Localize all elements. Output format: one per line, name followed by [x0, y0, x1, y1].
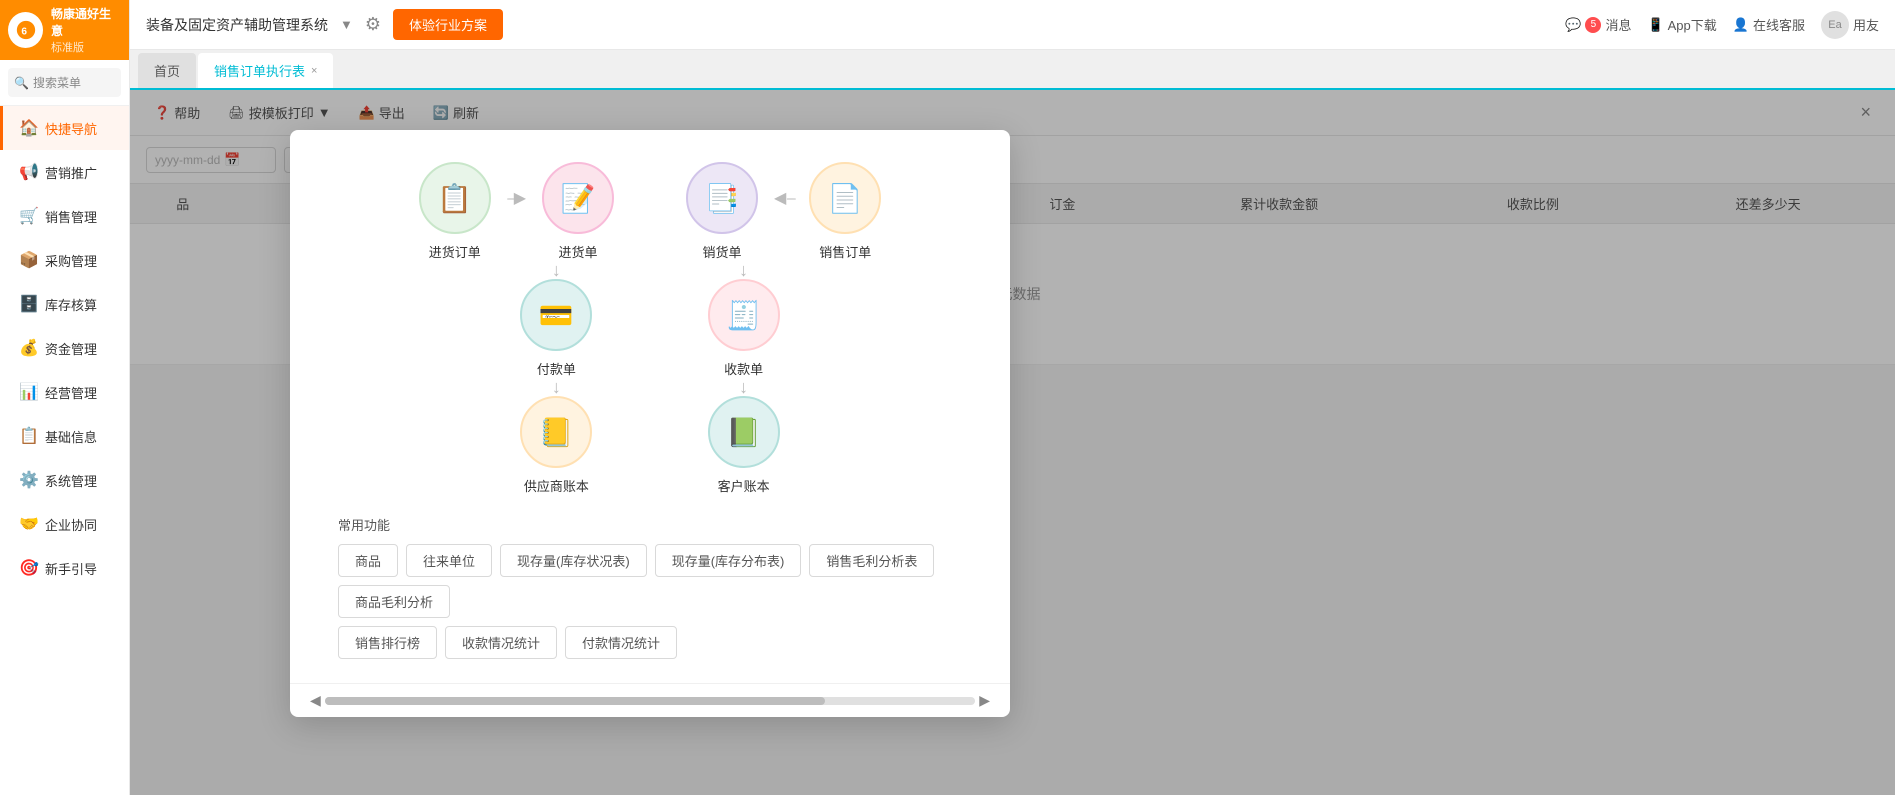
purchase-icon: 📦 — [19, 250, 37, 270]
customer-ledger-node[interactable]: 📗 客户账本 — [708, 396, 780, 495]
dropdown-arrow-icon[interactable]: ▼ — [340, 17, 353, 32]
sidebar-item-finance[interactable]: 💰 资金管理 — [0, 326, 129, 370]
sales-order-icon: 📄 — [809, 162, 881, 234]
user-avatar-item[interactable]: Ea 用友 — [1821, 11, 1879, 39]
supplier-ledger-node[interactable]: 📒 供应商账本 — [520, 396, 592, 495]
basic-info-icon: 📋 — [19, 426, 37, 446]
sidebar-nav: 🏠 快捷导航 📢 营销推广 🛒 销售管理 📦 采购管理 🗄️ 库存核算 💰 — [0, 106, 129, 795]
sales-invoice-icon: 📑 — [686, 162, 758, 234]
receipt-slip-node[interactable]: 🧾 收款单 — [708, 279, 780, 378]
scroll-right-arrow[interactable]: ▶ — [975, 692, 994, 709]
system-title: 装备及固定资产辅助管理系统 — [146, 15, 328, 35]
purchase-receipt-node[interactable]: 📝 进货单 — [542, 162, 614, 261]
online-service-item[interactable]: 👤 在线客服 — [1733, 15, 1805, 34]
inventory-icon: 🗄️ — [19, 294, 37, 314]
tab-sales-order-exec[interactable]: 销售订单执行表 × — [198, 53, 333, 88]
common-buttons-row2: 销售排行榜 收款情况统计 付款情况统计 — [338, 626, 962, 659]
sidebar-item-marketing[interactable]: 📢 营销推广 — [0, 150, 129, 194]
sidebar-item-quick-nav[interactable]: 🏠 快捷导航 — [0, 106, 129, 150]
sidebar-item-system[interactable]: ⚙️ 系统管理 — [0, 458, 129, 502]
common-functions-title: 常用功能 — [338, 515, 962, 534]
sidebar-item-operations[interactable]: 📊 经营管理 — [0, 370, 129, 414]
user-avatar: Ea — [1821, 11, 1849, 39]
modal-overlay[interactable]: 📋 进货订单 ------- ▶ — [130, 90, 1895, 795]
sales-order-node[interactable]: 📄 销售订单 — [809, 162, 881, 261]
system-icon: ⚙️ — [19, 470, 37, 490]
sidebar-logo: 6 畅康通好生意 标准版 — [0, 0, 129, 60]
scroll-track[interactable] — [325, 697, 975, 705]
message-item[interactable]: 💬 5 消息 — [1565, 15, 1631, 34]
tabbar: 首页 销售订单执行表 × — [130, 50, 1895, 90]
sidebar-item-purchase[interactable]: 📦 采购管理 — [0, 238, 129, 282]
payment-slip-icon: 💳 — [520, 279, 592, 351]
sidebar-search[interactable]: 🔍 搜索菜单 — [0, 60, 129, 106]
btn-sales-ranking[interactable]: 销售排行榜 — [338, 626, 437, 659]
enterprise-icon: 🤝 — [19, 514, 37, 534]
btn-payment-stats[interactable]: 付款情况统计 — [565, 626, 677, 659]
main-content: 装备及固定资产辅助管理系统 ▼ ⚙ 体验行业方案 💬 5 消息 📱 App下载 … — [130, 0, 1895, 795]
tab-close-icon[interactable]: × — [311, 65, 317, 77]
sidebar-item-basic-info[interactable]: 📋 基础信息 — [0, 414, 129, 458]
btn-receipt-stats[interactable]: 收款情况统计 — [445, 626, 557, 659]
app-download-item[interactable]: 📱 App下载 — [1647, 15, 1716, 34]
sidebar: 6 畅康通好生意 标准版 🔍 搜索菜单 🏠 快捷导航 📢 营销推广 — [0, 0, 130, 795]
btn-product[interactable]: 商品 — [338, 544, 398, 577]
sales-icon: 🛒 — [19, 206, 37, 226]
home-icon: 🏠 — [19, 118, 37, 138]
receipt-slip-icon: 🧾 — [708, 279, 780, 351]
common-buttons-row1: 商品 往来单位 现存量(库存状况表) 现存量(库存分布表) 销售毛利分析表 商品… — [338, 544, 962, 618]
service-icon: 👤 — [1733, 17, 1749, 33]
try-plan-button[interactable]: 体验行业方案 — [393, 9, 503, 40]
customer-ledger-icon: 📗 — [708, 396, 780, 468]
logo-text: 畅康通好生意 标准版 — [51, 5, 121, 55]
logo-icon: 6 — [8, 12, 43, 48]
download-icon: 📱 — [1647, 17, 1663, 33]
topbar-right: 💬 5 消息 📱 App下载 👤 在线客服 Ea 用友 — [1565, 11, 1879, 39]
supplier-ledger-icon: 📒 — [520, 396, 592, 468]
purchase-order-node[interactable]: 📋 进货订单 — [419, 162, 491, 261]
message-icon: 💬 — [1565, 17, 1581, 33]
marketing-icon: 📢 — [19, 162, 37, 182]
sales-invoice-node[interactable]: 📑 销货单 — [686, 162, 758, 261]
sidebar-item-inventory[interactable]: 🗄️ 库存核算 — [0, 282, 129, 326]
finance-icon: 💰 — [19, 338, 37, 358]
sidebar-item-newbie[interactable]: 🎯 新手引导 — [0, 546, 129, 590]
flow-diagram: 📋 进货订单 ------- ▶ — [330, 162, 970, 495]
flow-modal: 📋 进货订单 ------- ▶ — [290, 130, 1010, 717]
modal-body: 📋 进货订单 ------- ▶ — [290, 130, 1010, 683]
payment-slip-node[interactable]: 💳 付款单 — [520, 279, 592, 378]
search-icon: 🔍 — [14, 76, 29, 90]
scroll-thumb[interactable] — [325, 697, 825, 705]
page-content: ❓ 帮助 🖨 按模板打印 ▼ 📤 导出 🔄 刷新 × — [130, 90, 1895, 795]
topbar: 装备及固定资产辅助管理系统 ▼ ⚙ 体验行业方案 💬 5 消息 📱 App下载 … — [130, 0, 1895, 50]
message-badge: 5 — [1585, 17, 1601, 33]
common-functions-section: 常用功能 商品 往来单位 现存量(库存状况表) 现存量(库存分布表) 销售毛利分… — [330, 515, 970, 659]
operations-icon: 📊 — [19, 382, 37, 402]
newbie-icon: 🎯 — [19, 558, 37, 578]
btn-stock-dist[interactable]: 现存量(库存分布表) — [655, 544, 802, 577]
purchase-order-icon: 📋 — [419, 162, 491, 234]
sidebar-item-enterprise[interactable]: 🤝 企业协同 — [0, 502, 129, 546]
tab-home[interactable]: 首页 — [138, 53, 196, 88]
scroll-left-arrow[interactable]: ◀ — [306, 692, 325, 709]
btn-product-profit[interactable]: 商品毛利分析 — [338, 585, 450, 618]
modal-scrollbar[interactable]: ◀ ▶ — [290, 683, 1010, 717]
btn-sales-profit-analysis[interactable]: 销售毛利分析表 — [809, 544, 934, 577]
sidebar-item-sales[interactable]: 🛒 销售管理 — [0, 194, 129, 238]
search-menu-button[interactable]: 🔍 搜索菜单 — [8, 68, 121, 97]
purchase-receipt-icon: 📝 — [542, 162, 614, 234]
btn-stock-status[interactable]: 现存量(库存状况表) — [500, 544, 647, 577]
svg-text:6: 6 — [21, 27, 27, 38]
settings-icon[interactable]: ⚙ — [365, 14, 381, 35]
btn-counterpart[interactable]: 往来单位 — [406, 544, 492, 577]
